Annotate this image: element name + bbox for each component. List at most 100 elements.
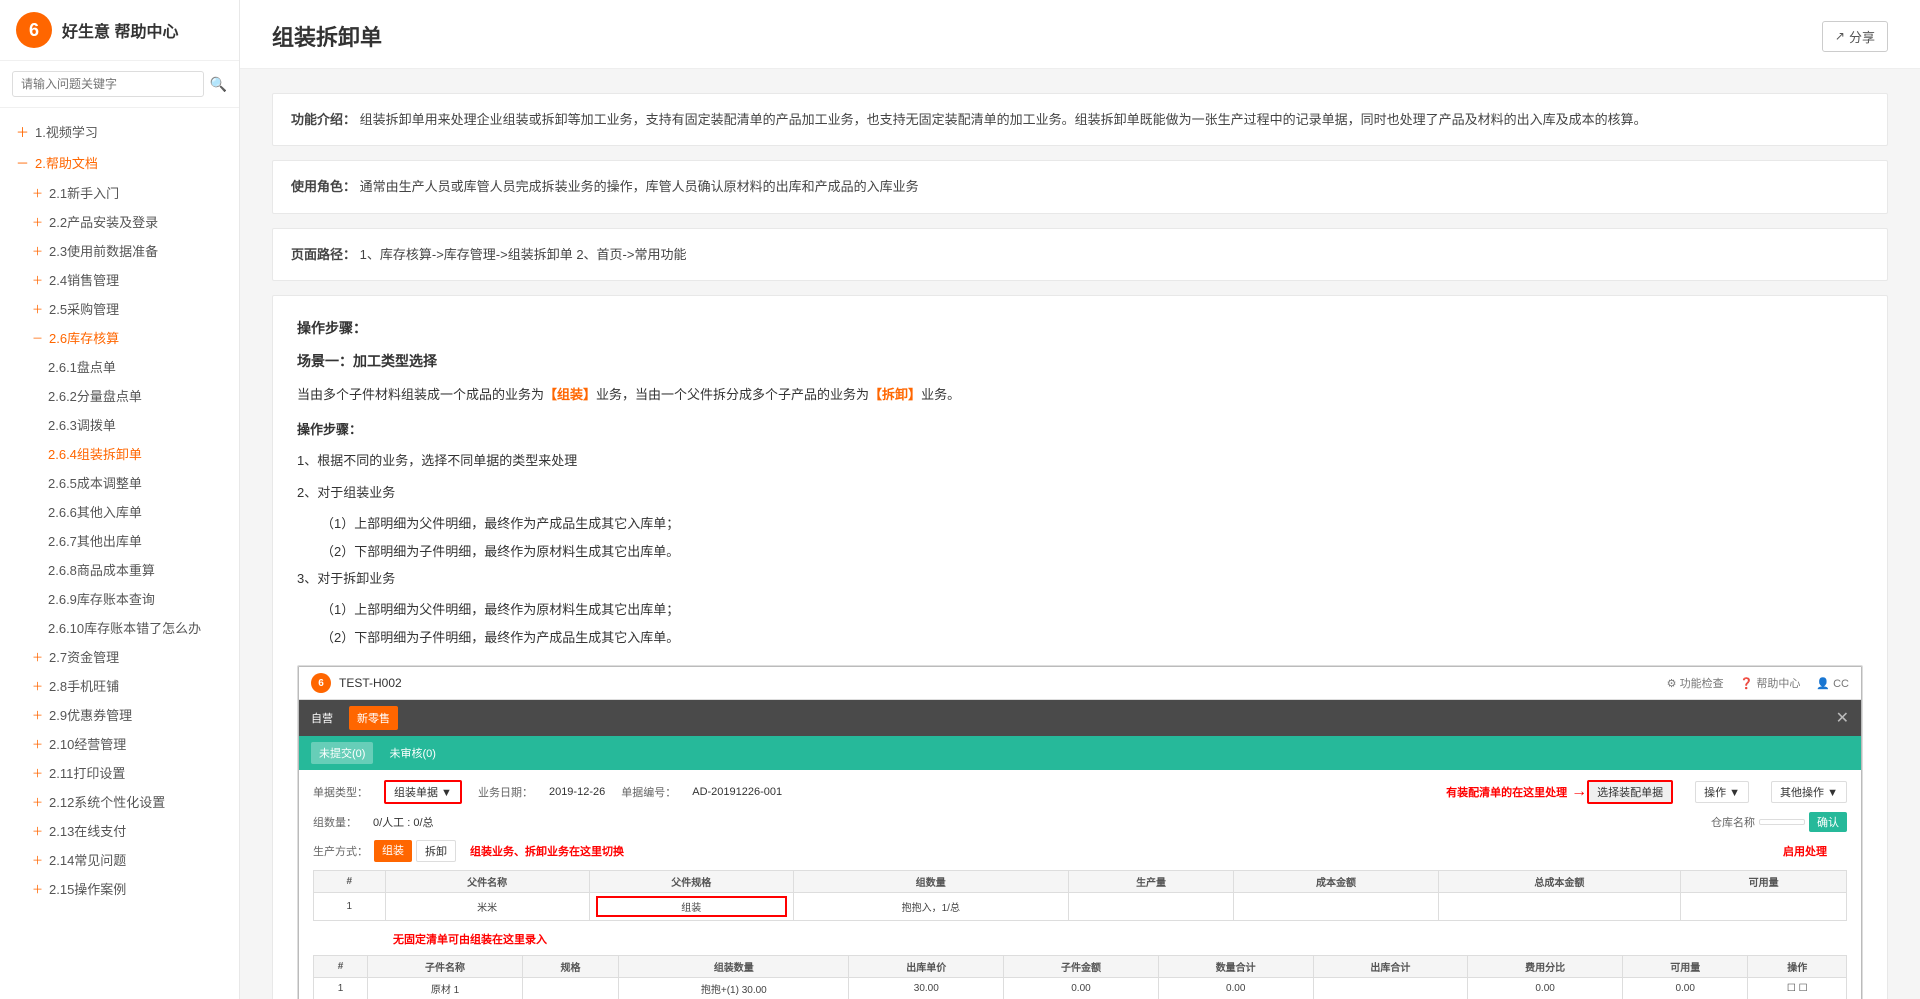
plus-icon-cases: ＋ — [32, 881, 43, 897]
ss-confirm-btn: 确认 — [1809, 812, 1847, 832]
logo-icon: 6 — [16, 12, 52, 48]
sidebar-item-transfer[interactable]: 2.6.3调拨单 — [0, 410, 239, 439]
content-body: 功能介绍： 组装拆卸单用来处理企业组装或拆卸等加工业务，支持有固定装配清单的产品… — [240, 69, 1920, 999]
sidebar-item-data-prep[interactable]: ＋ 2.3使用前数据准备 — [0, 236, 239, 265]
ss-cth-feeratio: 费用分比 — [1468, 956, 1623, 978]
plus-icon-coup: ＋ — [32, 707, 43, 723]
step2: 2、对于组装业务 — [297, 481, 1863, 504]
sidebar-item-finance[interactable]: ＋ 2.7资金管理 — [0, 642, 239, 671]
ss-annotation1-area: 有装配清单的在这里处理 → 选择装配单据 — [1446, 780, 1673, 804]
search-icon[interactable]: 🔍 — [210, 76, 227, 93]
function-intro-box: 功能介绍： 组装拆卸单用来处理企业组装或拆卸等加工业务，支持有固定装配清单的产品… — [272, 93, 1888, 146]
sidebar-item-video-learning[interactable]: ＋ 1.视频学习 — [0, 116, 239, 147]
role-label: 使用角色： — [291, 179, 356, 194]
share-button[interactable]: ↗ 分享 — [1822, 21, 1888, 52]
ss-other-btn: 操作 ▼ — [1695, 781, 1749, 803]
ss-settings-icon: ⚙ 功能检查 — [1667, 675, 1724, 691]
sidebar-item-cost-adjust[interactable]: 2.6.5成本调整单 — [0, 468, 239, 497]
ss-ctd-avail1: 0.00 — [1622, 978, 1748, 999]
plus-icon-sub4: ＋ — [32, 272, 43, 288]
ss-parent-table-header: # 父件名称 父件规格 组数量 生产量 成本金额 总成本金额 可用量 — [314, 871, 1847, 893]
ss-cth-qtytotal: 数量合计 — [1158, 956, 1313, 978]
sidebar-item-other-in[interactable]: 2.6.6其他入库单 — [0, 497, 239, 526]
ss-cth-assqty: 组装数量 — [619, 956, 849, 978]
sidebar-item-sales[interactable]: ＋ 2.4销售管理 — [0, 265, 239, 294]
ss-user-icon: 👤 CC — [1816, 677, 1849, 690]
table-row: 1 米米 组装 抱抱入，1/总 — [314, 893, 1847, 921]
ss-arrow1: → — [1571, 783, 1587, 801]
content-header: 组装拆卸单 ↗ 分享 — [240, 0, 1920, 69]
sidebar-header: 6 好生意 帮助中心 — [0, 0, 239, 61]
ss-form-area: 单据类型： 组装单据 ▼ 业务日期： 2019-12-26 单据编号： AD-2… — [299, 770, 1861, 999]
role-box: 使用角色： 通常由生产人员或库管人员完成拆装业务的操作，库管人员确认原材料的出库… — [272, 160, 1888, 213]
sidebar-item-personalize[interactable]: ＋ 2.12系统个性化设置 — [0, 787, 239, 816]
ss-ctd-price1: 30.00 — [849, 978, 1004, 999]
sidebar-item-online-pay[interactable]: ＋ 2.13在线支付 — [0, 816, 239, 845]
sidebar-item-operations[interactable]: ＋ 2.10经营管理 — [0, 729, 239, 758]
role-text: 通常由生产人员或库管人员完成拆装业务的操作，库管人员确认原材料的出库和产成品的入… — [360, 179, 919, 194]
sidebar-item-cases[interactable]: ＋ 2.15操作案例 — [0, 874, 239, 903]
steps-section: 操作步骤： 场景一：加工类型选择 当由多个子件材料组装成一个成品的业务为【组装】… — [272, 295, 1888, 999]
sidebar-item-cost-recalc[interactable]: 2.6.8商品成本重算 — [0, 555, 239, 584]
sidebar-item-help-docs[interactable]: － 2.帮助文档 — [0, 147, 239, 178]
ss-nav-newretail: 新零售 — [349, 706, 398, 730]
sidebar-item-assembly[interactable]: 2.6.4组装拆卸单 — [0, 439, 239, 468]
scenario1-title: 场景一：加工类型选择 — [297, 353, 437, 369]
ss-parent-table: # 父件名称 父件规格 组数量 生产量 成本金额 总成本金额 可用量 — [313, 870, 1847, 921]
sidebar-item-inventory[interactable]: － 2.6库存核算 — [0, 323, 239, 352]
ss-th-cost: 成本金额 — [1234, 871, 1438, 893]
ss-annotation2-area: 生产方式： 组装 拆卸 组装业务、拆卸业务在这里切换 启用处理 — [313, 840, 1847, 862]
ss-child-table: # 子件名称 规格 组装数量 出库单价 子件金额 数量合计 出库合计 费用分比 — [313, 955, 1847, 999]
minus-icon-sub: － — [32, 330, 43, 346]
plus-icon-sub3: ＋ — [32, 243, 43, 259]
plus-icon-mob: ＋ — [32, 678, 43, 694]
ss-type-btn-assembly: 组装 — [374, 840, 412, 862]
ss-td-pname1: 米米 — [385, 893, 589, 921]
ss-topbar: 6 TEST-H002 ⚙ 功能检查 ❓ 帮助中心 👤 CC — [299, 667, 1861, 700]
ss-cth-amt: 子件金额 — [1004, 956, 1159, 978]
ss-company: TEST-H002 — [339, 676, 402, 690]
ss-td-no1: 1 — [314, 893, 386, 921]
main-content: 组装拆卸单 ↗ 分享 功能介绍： 组装拆卸单用来处理企业组装或拆卸等加工业务，支… — [240, 0, 1920, 999]
sidebar-item-faq[interactable]: ＋ 2.14常见问题 — [0, 845, 239, 874]
sidebar-item-print[interactable]: ＋ 2.11打印设置 — [0, 758, 239, 787]
sidebar-item-stocktake[interactable]: 2.6.1盘点单 — [0, 352, 239, 381]
sidebar-item-inventory-ledger[interactable]: 2.6.9库存账本查询 — [0, 584, 239, 613]
ss-date-value: 2019-12-26 — [549, 786, 605, 798]
share-icon: ↗ — [1835, 29, 1845, 43]
ss-td-avail1 — [1681, 893, 1847, 921]
plus-icon-sub: ＋ — [32, 185, 43, 201]
ss-nav-zirui: 自营 — [311, 710, 333, 726]
ss-ctd-name1: 原材 1 — [368, 978, 523, 999]
sidebar-item-other-out[interactable]: 2.6.7其他出库单 — [0, 526, 239, 555]
sidebar-item-beginner[interactable]: ＋ 2.1新手入门 — [0, 178, 239, 207]
ss-child-table-header: # 子件名称 规格 组装数量 出库单价 子件金额 数量合计 出库合计 费用分比 — [314, 956, 1847, 978]
ss-qty-value: 0/人工 : 0/总 — [373, 814, 434, 830]
sidebar-item-install[interactable]: ＋ 2.2产品安装及登录 — [0, 207, 239, 236]
ss-ctd-spec1 — [522, 978, 618, 999]
plus-icon: ＋ — [16, 122, 29, 141]
plus-icon-pay: ＋ — [32, 823, 43, 839]
ss-cth-avail: 可用量 — [1622, 956, 1748, 978]
sidebar-item-mobile[interactable]: ＋ 2.8手机旺铺 — [0, 671, 239, 700]
ss-teal-bar: 未提交(0) 未审核(0) — [299, 736, 1861, 770]
ss-th-available: 可用量 — [1681, 871, 1847, 893]
ss-no-value: AD-20191226-001 — [692, 786, 782, 798]
ss-close-icon: ✕ — [1836, 708, 1849, 728]
sidebar-item-ledger-error[interactable]: 2.6.10库存账本错了怎么办 — [0, 613, 239, 642]
ss-td-qty1: 抱抱入，1/总 — [793, 893, 1068, 921]
ss-annotation3: 启用处理 — [1783, 843, 1827, 859]
search-input[interactable] — [12, 71, 204, 97]
sidebar-item-coupon[interactable]: ＋ 2.9优惠券管理 — [0, 700, 239, 729]
disassembly-label: 【拆卸】 — [869, 387, 921, 402]
ss-no-label: 单据编号： — [621, 784, 676, 800]
path-label: 页面路径： — [291, 247, 356, 262]
step3-1: （1）上部明细为父件明细，最终作为原材料生成其它出库单； — [321, 598, 1863, 621]
sidebar-item-partial-stocktake[interactable]: 2.6.2分量盘点单 — [0, 381, 239, 410]
operations-title: 操作步骤： — [297, 320, 367, 336]
ss-annotation4-area: 无固定清单可由组装在这里录入 — [313, 931, 1847, 947]
plus-icon-faq: ＋ — [32, 852, 43, 868]
ss-type-btns: 组装 拆卸 — [374, 840, 456, 862]
sidebar-item-purchase[interactable]: ＋ 2.5采购管理 — [0, 294, 239, 323]
ss-cth-outtotal: 出库合计 — [1313, 956, 1468, 978]
